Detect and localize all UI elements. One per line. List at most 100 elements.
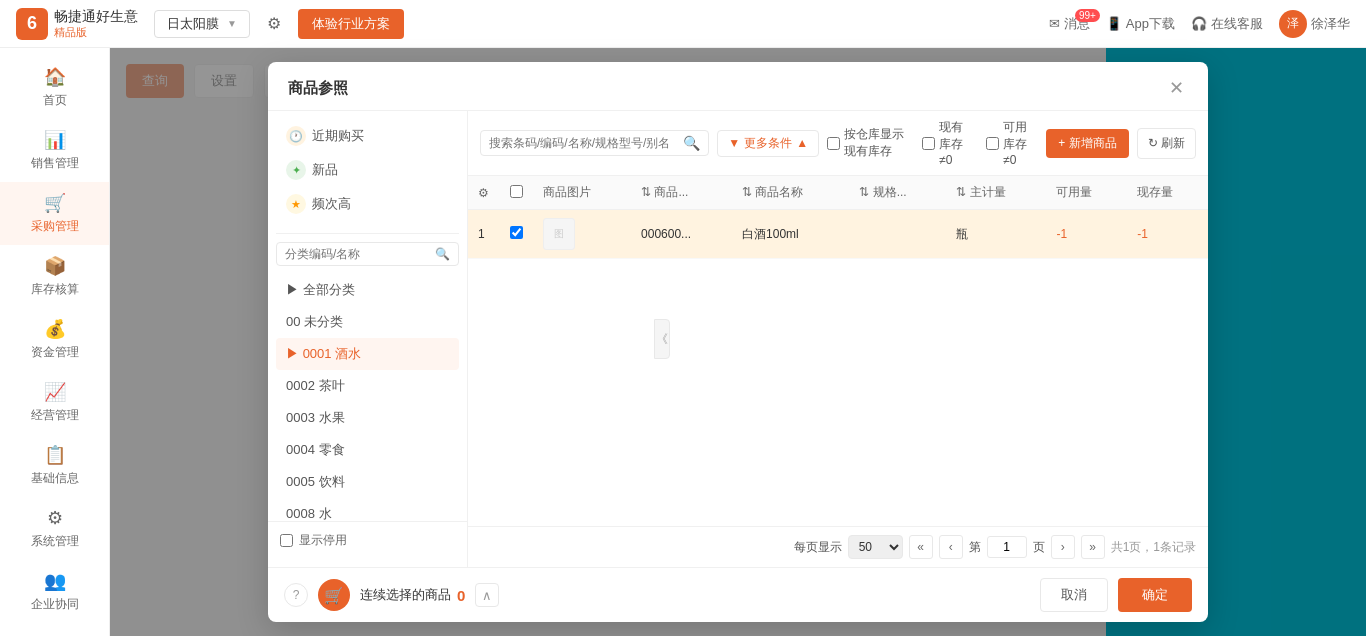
sidebar-item-operation[interactable]: 📈 经营管理 [0,371,109,434]
chk-warehouse-text: 按仓库显示现有库存 [844,126,910,160]
page-label: 第 [969,539,981,556]
basic-icon: 📋 [44,444,66,466]
modal-close-button[interactable]: ✕ [1164,76,1188,100]
category-list: ▶ 全部分类 00 未分类 ▶ 0001 酒水 0002 茶叶 0003 水果 … [268,274,467,521]
sidebar-item-purchase[interactable]: 🛒 采购管理 [0,182,109,245]
sidebar-label-home: 首页 [43,92,67,109]
chk-stock[interactable] [922,137,935,150]
sidebar-label-finance: 资金管理 [31,344,79,361]
freq-icon: ★ [286,194,306,214]
product-search-icon: 🔍 [683,135,700,151]
next-page-btn[interactable]: › [1051,535,1075,559]
table-row[interactable]: 1 图 000600... 白酒100ml 瓶 -1 -1 [468,210,1208,259]
th-spec[interactable]: ⇅ 规格... [849,176,946,210]
main-layout: 🏠 首页 📊 销售管理 🛒 采购管理 📦 库存核算 💰 资金管理 📈 经营管理 … [0,48,1366,636]
show-disabled-label[interactable]: 显示停用 [299,532,347,549]
trial-button[interactable]: 体验行业方案 [298,9,404,39]
sidebar-label-purchase: 采购管理 [31,218,79,235]
sidebar-item-basic[interactable]: 📋 基础信息 [0,434,109,497]
product-search-box[interactable]: 🔍 [480,130,709,156]
chk-available-text: 可用库存≠0 [1003,119,1038,167]
row-checkbox[interactable] [510,226,523,239]
cat-item-0001[interactable]: ▶ 0001 酒水 [276,338,459,370]
category-search-box[interactable]: 🔍 [276,242,459,266]
headset-icon: 🎧 [1191,16,1207,31]
cell-available: -1 [1046,210,1127,259]
cat-item-0008[interactable]: 0008 水 [276,498,459,521]
messages-btn[interactable]: ✉ 消息 99+ [1049,15,1090,33]
category-search-input[interactable] [285,247,435,261]
per-page-label: 每页显示 [794,539,842,556]
chk-available-label[interactable]: 可用库存≠0 [986,119,1038,167]
home-icon: 🏠 [44,66,66,88]
chk-available[interactable] [986,137,999,150]
cell-check[interactable] [500,210,533,259]
selected-text: 连续选择的商品 [360,586,451,604]
th-unit[interactable]: ⇅ 主计量 [946,176,1046,210]
modal-right-panel: 🔍 ▼ 更多条件 ▲ 按仓库显示现有库存 [468,111,1208,567]
help-button[interactable]: ? [284,583,308,607]
cancel-button[interactable]: 取消 [1040,578,1108,612]
chk-warehouse-label[interactable]: 按仓库显示现有库存 [827,126,910,160]
sidebar-item-finance[interactable]: 💰 资金管理 [0,308,109,371]
chk-warehouse[interactable] [827,137,840,150]
sidebar-label-operation: 经营管理 [31,407,79,424]
settings-icon[interactable]: ⚙ [258,8,290,40]
user-name: 徐泽华 [1311,15,1350,33]
cat-item-all[interactable]: ▶ 全部分类 [276,274,459,306]
store-selector[interactable]: 日太阳膜 ▼ [154,10,250,38]
new-icon: ✦ [286,160,306,180]
cat-item-0003[interactable]: 0003 水果 [276,402,459,434]
last-page-btn[interactable]: » [1081,535,1105,559]
th-settings[interactable]: ⚙ [468,176,500,210]
page-input[interactable] [987,536,1027,558]
cat-item-0004[interactable]: 0004 零食 [276,434,459,466]
collapse-footer-btn[interactable]: ∧ [475,583,499,607]
logo-icon: 6 [16,8,48,40]
sidebar-label-collab: 企业协同 [31,596,79,613]
th-name[interactable]: ⇅ 商品名称 [732,176,849,210]
divider [276,233,459,234]
per-page-select[interactable]: 20 50 100 [848,535,903,559]
refresh-button[interactable]: ↻ 刷新 [1137,128,1196,159]
show-disabled-checkbox[interactable] [280,534,293,547]
quick-item-new[interactable]: ✦ 新品 [276,153,459,187]
new-product-button[interactable]: + 新增商品 [1046,129,1128,158]
cart-icon[interactable]: 🛒 [318,579,350,611]
sidebar-label-basic: 基础信息 [31,470,79,487]
prev-page-btn[interactable]: ‹ [939,535,963,559]
sidebar-item-sales[interactable]: 📊 销售管理 [0,119,109,182]
quick-item-recent[interactable]: 🕐 近期购买 [276,119,459,153]
sidebar-item-home[interactable]: 🏠 首页 [0,56,109,119]
sidebar-item-guide[interactable]: 📖 新手引导 [0,623,109,636]
quick-item-freq[interactable]: ★ 频次高 [276,187,459,221]
brand-text: 畅捷通好生意 精品版 [54,7,138,40]
sidebar-item-system[interactable]: ⚙ 系统管理 [0,497,109,560]
modal-overlay: 商品参照 ✕ 🕐 近期购买 ✦ 新品 [110,48,1366,636]
online-service-btn[interactable]: 🎧 在线客服 [1191,15,1263,33]
product-search-input[interactable] [489,136,683,150]
product-table: ⚙ 商品图片 ⇅ 商品... ⇅ 商品名称 ⇅ 规格... ⇅ 主计量 可用量 [468,176,1208,259]
select-all-checkbox[interactable] [510,185,523,198]
total-info: 共1页，1条记录 [1111,539,1196,556]
user-area[interactable]: 泽 徐泽华 [1279,10,1350,38]
modal-footer: ? 🛒 连续选择的商品 0 ∧ 取消 确定 [268,567,1208,622]
product-lookup-modal: 商品参照 ✕ 🕐 近期购买 ✦ 新品 [268,62,1208,622]
quick-access-section: 🕐 近期购买 ✦ 新品 ★ 频次高 [268,119,467,229]
cat-item-0005[interactable]: 0005 饮料 [276,466,459,498]
chevron-down-icon: ▼ [227,18,237,29]
sidebar-item-inventory[interactable]: 📦 库存核算 [0,245,109,308]
first-page-btn[interactable]: « [909,535,933,559]
cat-item-0002[interactable]: 0002 茶叶 [276,370,459,402]
more-filter-button[interactable]: ▼ 更多条件 ▲ [717,130,819,157]
system-icon: ⚙ [47,507,63,529]
sidebar-item-collab[interactable]: 👥 企业协同 [0,560,109,623]
sales-icon: 📊 [44,129,66,151]
message-badge: 99+ [1075,9,1100,22]
chk-stock-label[interactable]: 现有库存≠0 [922,119,974,167]
th-code[interactable]: ⇅ 商品... [631,176,732,210]
confirm-button[interactable]: 确定 [1118,578,1192,612]
app-download-btn[interactable]: 📱 App下载 [1106,15,1175,33]
logo-area: 6 畅捷通好生意 精品版 [16,7,138,40]
cat-item-00[interactable]: 00 未分类 [276,306,459,338]
